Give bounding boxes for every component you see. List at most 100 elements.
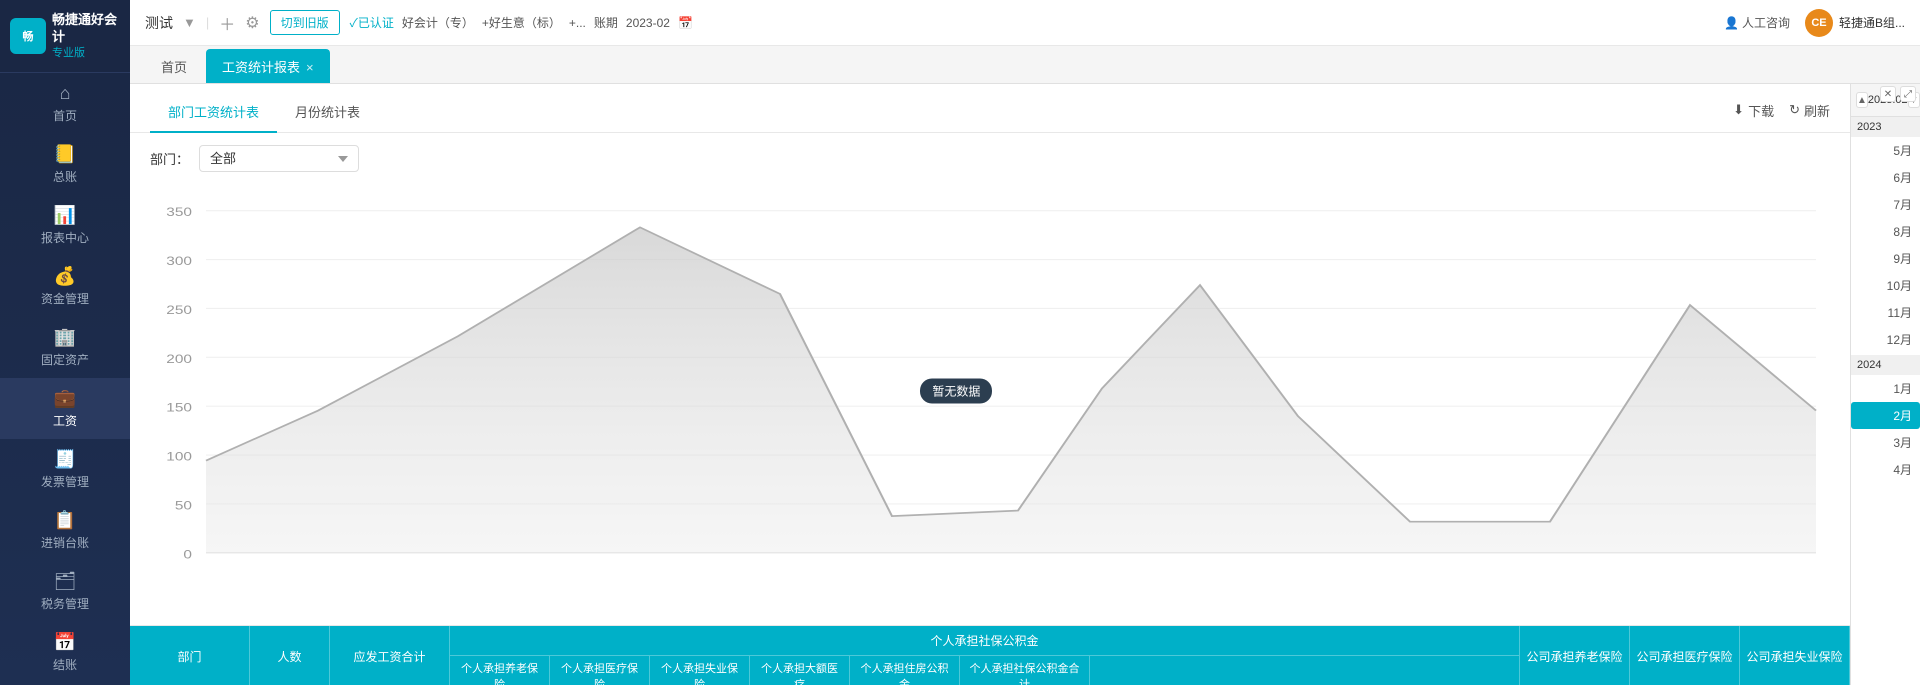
settings-button[interactable]: ⚙ <box>245 13 259 33</box>
th-dept: 部门 <box>130 626 250 685</box>
dept-filter-label: 部门： <box>150 149 189 168</box>
refresh-action[interactable]: ↻ 刷新 <box>1789 101 1830 120</box>
settlement-icon: 📅 <box>54 632 76 653</box>
chart-wrapper: 350 300 250 200 150 100 50 0 <box>150 194 1830 605</box>
year-label-2023[interactable]: 2023 <box>1851 117 1920 137</box>
sidebar-item-home[interactable]: ⌂首页 <box>0 73 130 134</box>
month-item-2024-01[interactable]: 1月 <box>1851 375 1920 402</box>
th-personal-bigmedical: 个人承担大额医疗 <box>750 656 850 685</box>
th-count: 人数 <box>250 626 330 685</box>
year-section-2023: 20235月6月7月8月9月10月11月12月 <box>1851 117 1920 353</box>
company-name: 测试 <box>145 13 173 33</box>
edition-label: 专业版 <box>52 46 120 60</box>
th-company-pension: 公司承担养老保险 <box>1520 626 1630 685</box>
calendar-icon[interactable]: 📅 <box>678 16 693 30</box>
month-item-2023-05[interactable]: 5月 <box>1851 137 1920 164</box>
tab-close-icon[interactable]: × <box>306 60 314 75</box>
svg-text:250: 250 <box>166 303 192 317</box>
subtab-monthly[interactable]: 月份统计表 <box>277 96 378 133</box>
th-personal-housing: 个人承担住房公积金 <box>850 656 960 685</box>
tab-salary-report[interactable]: 工资统计报表× <box>206 49 330 83</box>
tabbar: 首页工资统计报表× <box>130 46 1920 84</box>
month-item-2024-02[interactable]: 2月 <box>1851 402 1920 429</box>
refresh-label: 刷新 <box>1804 101 1830 120</box>
download-label: 下载 <box>1748 101 1774 120</box>
topbar-right: 👤 人工咨询 CE 轻捷通B组... <box>1724 9 1905 37</box>
sidebar-item-tax[interactable]: 🗂税务管理 <box>0 561 130 622</box>
year-section-2024: 20241月2月3月4月 <box>1851 355 1920 483</box>
svg-text:50: 50 <box>175 498 192 512</box>
ledger-icon: 📒 <box>54 144 76 165</box>
svg-text:350: 350 <box>166 205 192 219</box>
th-group-title: 个人承担社保公积金 <box>450 626 1519 656</box>
dept-filter-select[interactable]: 全部财务部销售部技术部行政部 <box>199 145 359 172</box>
subtab-right: ⬇ 下载 ↻ 刷新 <box>1733 101 1830 128</box>
panel-expand-button[interactable]: ⤢ <box>1900 86 1916 102</box>
sidebar-item-assets[interactable]: 🏢固定资产 <box>0 317 130 378</box>
subtab-bar: 部门工资统计表月份统计表 ⬇ 下载 ↻ 刷新 <box>130 84 1850 133</box>
sidebar-item-reports[interactable]: 📊报表中心 <box>0 195 130 256</box>
sidebar-nav: ⌂首页📒总账📊报表中心💰资金管理🏢固定资产💼工资🧾发票管理📋进销台账🗂税务管理📅… <box>0 73 130 685</box>
topbar-status: ✓已认证 好会计（专） +好生意（标） +... 账期 2023-02 📅 <box>350 14 693 31</box>
subtab-left: 部门工资统计表月份统计表 <box>150 96 378 132</box>
chart-tooltip: 暂无数据 <box>920 379 992 404</box>
th-personal-medical: 个人承担医疗保险 <box>550 656 650 685</box>
month-item-2024-03[interactable]: 3月 <box>1851 429 1920 456</box>
assets-icon: 🏢 <box>54 327 76 348</box>
svg-text:100: 100 <box>166 449 192 463</box>
th-company-medical: 公司承担医疗保险 <box>1630 626 1740 685</box>
svg-text:200: 200 <box>166 351 192 365</box>
month-item-2023-09[interactable]: 9月 <box>1851 245 1920 272</box>
th-group-personal: 个人承担社保公积金 个人承担养老保险 个人承担医疗保险 个人承担失业保险 个人承… <box>450 626 1520 685</box>
table-area: 部门 人数 应发工资合计 个人承担社保公积金 个人承担养老保险 个人承担医疗保险… <box>130 625 1850 685</box>
sidebar-item-funds[interactable]: 💰资金管理 <box>0 256 130 317</box>
month-item-2023-10[interactable]: 10月 <box>1851 272 1920 299</box>
certified-status: ✓已认证 <box>350 14 394 31</box>
sidebar: 畅 畅捷通好会计 专业版 ⌂首页📒总账📊报表中心💰资金管理🏢固定资产💼工资🧾发票… <box>0 0 130 685</box>
year-label-2024[interactable]: 2024 <box>1851 355 1920 375</box>
help-button[interactable]: 👤 人工咨询 <box>1724 14 1790 31</box>
sidebar-logo: 畅 畅捷通好会计 专业版 <box>0 0 130 73</box>
home-icon: ⌂ <box>60 83 71 104</box>
chart-svg: 350 300 250 200 150 100 50 0 <box>150 194 1830 605</box>
th-personal-total: 个人承担社保公积金合计 <box>960 656 1090 685</box>
svg-text:畅: 畅 <box>23 29 34 43</box>
svg-text:150: 150 <box>166 400 192 414</box>
month-item-2024-04[interactable]: 4月 <box>1851 456 1920 483</box>
download-action[interactable]: ⬇ 下载 <box>1733 101 1774 120</box>
tab-home[interactable]: 首页 <box>145 49 203 83</box>
period-value: 2023-02 <box>626 16 670 30</box>
sidebar-item-salary[interactable]: 💼工资 <box>0 378 130 439</box>
month-item-2023-12[interactable]: 12月 <box>1851 326 1920 353</box>
content-area: 部门工资统计表月份统计表 ⬇ 下载 ↻ 刷新 部门： 全部财务部 <box>130 84 1920 685</box>
sidebar-item-invoice[interactable]: 🧾发票管理 <box>0 439 130 500</box>
date-prev-button[interactable]: ▲ <box>1856 92 1868 108</box>
right-panel: ✕ ⤢ ▲ 2023.02 ▼ 20235月6月7月8月9月10月11月12月2… <box>1850 84 1920 685</box>
user-menu[interactable]: CE 轻捷通B组... <box>1805 9 1905 37</box>
svg-text:0: 0 <box>183 547 192 561</box>
user-avatar: CE <box>1805 9 1833 37</box>
subtab-dept[interactable]: 部门工资统计表 <box>150 96 277 133</box>
sidebar-item-settlement[interactable]: 📅结账 <box>0 622 130 683</box>
reports-icon: 📊 <box>54 205 76 226</box>
switch-mode-button[interactable]: 切到旧版 <box>270 10 340 35</box>
download-icon: ⬇ <box>1733 102 1744 118</box>
sidebar-item-sales[interactable]: 📋进销台账 <box>0 500 130 561</box>
add-button[interactable]: ＋ <box>219 11 235 35</box>
funds-icon: 💰 <box>54 266 76 287</box>
month-item-2023-11[interactable]: 11月 <box>1851 299 1920 326</box>
panel-close-button[interactable]: ✕ <box>1880 86 1896 102</box>
month-item-2023-06[interactable]: 6月 <box>1851 164 1920 191</box>
company-dropdown-icon[interactable]: ▼ <box>183 15 196 30</box>
th-group-cells: 个人承担养老保险 个人承担医疗保险 个人承担失业保险 个人承担大额医疗 个人承担… <box>450 656 1519 685</box>
date-list: 20235月6月7月8月9月10月11月12月20241月2月3月4月 <box>1851 117 1920 685</box>
sidebar-item-ledger[interactable]: 📒总账 <box>0 134 130 195</box>
salary-icon: 💼 <box>54 388 76 409</box>
left-panel: 部门工资统计表月份统计表 ⬇ 下载 ↻ 刷新 部门： 全部财务部 <box>130 84 1850 685</box>
th-personal-pension: 个人承担养老保险 <box>450 656 550 685</box>
chart-area: 350 300 250 200 150 100 50 0 <box>130 184 1850 625</box>
month-item-2023-08[interactable]: 8月 <box>1851 218 1920 245</box>
table-header: 部门 人数 应发工资合计 个人承担社保公积金 个人承担养老保险 个人承担医疗保险… <box>130 626 1850 685</box>
month-item-2023-07[interactable]: 7月 <box>1851 191 1920 218</box>
more-status: +... <box>569 16 586 30</box>
